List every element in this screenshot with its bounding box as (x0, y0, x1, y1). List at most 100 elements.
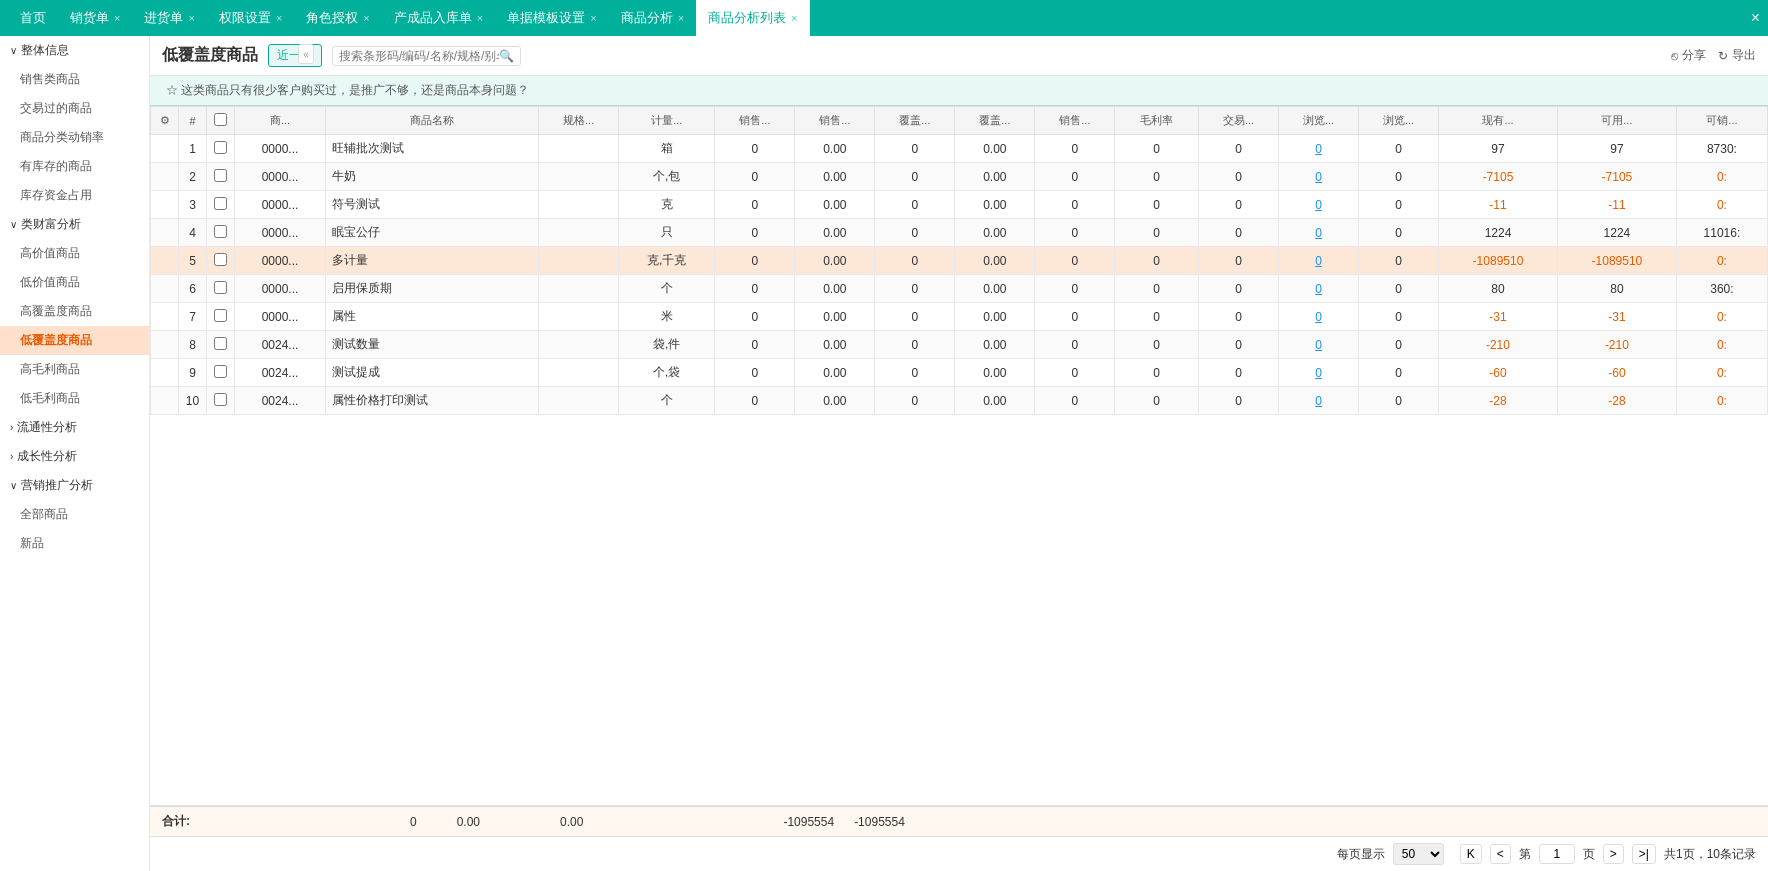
nav-tab-purchase-order[interactable]: 进货单 × (132, 0, 206, 36)
content-area: « 低覆盖度商品 近一月 🔍 ⎋ 分享 ↻ 导出 ☆ 这类商品只有 (150, 36, 1768, 871)
sidebar-section-liquidity[interactable]: › 流通性分析 (0, 413, 149, 442)
sidebar-item-high-value[interactable]: 高价值商品 (0, 239, 149, 268)
page-size-select[interactable]: 50 10 20 100 (1393, 843, 1444, 865)
row-cover1: 0 (875, 247, 955, 275)
row-checkbox[interactable] (207, 135, 235, 163)
nav-tab-finished-goods[interactable]: 产成品入库单 × (382, 0, 495, 36)
col-trade: 交易... (1199, 107, 1279, 135)
nav-tab-role-auth[interactable]: 角色授权 × (294, 0, 381, 36)
row-checkbox-input[interactable] (214, 393, 227, 406)
first-page-button[interactable]: K (1460, 844, 1482, 864)
sidebar-item-high-coverage[interactable]: 高覆盖度商品 (0, 297, 149, 326)
row-trade: 0 (1199, 247, 1279, 275)
row-checkbox-input[interactable] (214, 225, 227, 238)
row-checkbox-input[interactable] (214, 365, 227, 378)
sidebar-collapse-button[interactable]: « (298, 44, 314, 64)
row-settings (151, 219, 179, 247)
row-unit: 个 (619, 387, 715, 415)
close-icon[interactable]: × (276, 12, 282, 24)
row-browse1[interactable]: 0 (1279, 387, 1359, 415)
nav-tab-product-analysis-list[interactable]: 商品分析列表 × (696, 0, 809, 36)
row-browse1[interactable]: 0 (1279, 331, 1359, 359)
nav-tab-sales-order[interactable]: 销货单 × (58, 0, 132, 36)
col-checkbox[interactable] (207, 107, 235, 135)
total-label: 合计: (162, 813, 190, 830)
sidebar-section-overall[interactable]: ∨ 整体信息 (0, 36, 149, 65)
row-checkbox-input[interactable] (214, 253, 227, 266)
close-icon[interactable]: × (678, 12, 684, 24)
sidebar-item-low-coverage[interactable]: 低覆盖度商品 (0, 326, 149, 355)
row-settings (151, 387, 179, 415)
row-browse1[interactable]: 0 (1279, 303, 1359, 331)
nav-tab-permission[interactable]: 权限设置 × (207, 0, 294, 36)
row-browse1[interactable]: 0 (1279, 163, 1359, 191)
row-spec (539, 135, 619, 163)
row-checkbox[interactable] (207, 191, 235, 219)
row-checkbox-input[interactable] (214, 197, 227, 210)
close-all-tabs-button[interactable]: × (1751, 9, 1760, 27)
page-number-input[interactable] (1539, 844, 1575, 864)
select-all-checkbox[interactable] (214, 113, 227, 126)
row-gross-rate: 0 (1115, 135, 1199, 163)
sidebar-item-stock-capital[interactable]: 库存资金占用 (0, 181, 149, 210)
row-checkbox-input[interactable] (214, 281, 227, 294)
row-sales-amt: 0.00 (795, 219, 875, 247)
sidebar-item-high-profit[interactable]: 高毛利商品 (0, 355, 149, 384)
close-icon[interactable]: × (114, 12, 120, 24)
row-checkbox[interactable] (207, 247, 235, 275)
row-browse1[interactable]: 0 (1279, 219, 1359, 247)
close-icon[interactable]: × (188, 12, 194, 24)
sidebar-item-low-profit[interactable]: 低毛利商品 (0, 384, 149, 413)
nav-tab-home[interactable]: 首页 (8, 0, 58, 36)
row-browse1[interactable]: 0 (1279, 275, 1359, 303)
row-checkbox[interactable] (207, 331, 235, 359)
chevron-down-icon: ∨ (10, 219, 17, 230)
row-num: 5 (179, 247, 207, 275)
share-button[interactable]: ⎋ 分享 (1671, 47, 1706, 64)
row-browse1[interactable]: 0 (1279, 191, 1359, 219)
search-icon[interactable]: 🔍 (499, 49, 514, 63)
next-page-button[interactable]: > (1603, 844, 1624, 864)
row-browse1[interactable]: 0 (1279, 247, 1359, 275)
sidebar-item-traded-goods[interactable]: 交易过的商品 (0, 94, 149, 123)
col-settings[interactable]: ⚙ (151, 107, 179, 135)
row-checkbox[interactable] (207, 303, 235, 331)
export-button[interactable]: ↻ 导出 (1718, 47, 1756, 64)
sidebar-item-low-value[interactable]: 低价值商品 (0, 268, 149, 297)
sidebar-section-wealth[interactable]: ∨ 类财富分析 (0, 210, 149, 239)
prev-page-button[interactable]: < (1490, 844, 1511, 864)
row-checkbox[interactable] (207, 359, 235, 387)
sidebar-section-growth[interactable]: › 成长性分析 (0, 442, 149, 471)
nav-tab-template-settings[interactable]: 单据模板设置 × (495, 0, 608, 36)
col-cover1: 覆盖... (875, 107, 955, 135)
row-sales-qty: 0 (715, 359, 795, 387)
row-checkbox[interactable] (207, 387, 235, 415)
sidebar-item-category-rate[interactable]: 商品分类动销率 (0, 123, 149, 152)
row-checkbox[interactable] (207, 219, 235, 247)
row-sales-qty: 0 (715, 191, 795, 219)
row-cover2: 0.00 (955, 163, 1035, 191)
nav-tab-product-analysis[interactable]: 商品分析 × (609, 0, 696, 36)
close-icon[interactable]: × (791, 12, 797, 24)
row-checkbox[interactable] (207, 275, 235, 303)
row-checkbox-input[interactable] (214, 141, 227, 154)
sidebar-item-all-goods[interactable]: 全部商品 (0, 500, 149, 529)
last-page-button[interactable]: >| (1632, 844, 1656, 864)
row-num: 4 (179, 219, 207, 247)
row-sales2: 0 (1035, 247, 1115, 275)
row-code: 0000... (235, 191, 326, 219)
row-browse1[interactable]: 0 (1279, 135, 1359, 163)
row-checkbox[interactable] (207, 163, 235, 191)
sidebar-item-new-goods[interactable]: 新品 (0, 529, 149, 558)
row-checkbox-input[interactable] (214, 309, 227, 322)
sidebar-item-stock-goods[interactable]: 有库存的商品 (0, 152, 149, 181)
row-checkbox-input[interactable] (214, 337, 227, 350)
close-icon[interactable]: × (363, 12, 369, 24)
sidebar-section-marketing[interactable]: ∨ 营销推广分析 (0, 471, 149, 500)
close-icon[interactable]: × (477, 12, 483, 24)
search-input[interactable] (339, 49, 499, 63)
row-browse1[interactable]: 0 (1279, 359, 1359, 387)
row-checkbox-input[interactable] (214, 169, 227, 182)
sidebar-item-sales-goods[interactable]: 销售类商品 (0, 65, 149, 94)
close-icon[interactable]: × (590, 12, 596, 24)
